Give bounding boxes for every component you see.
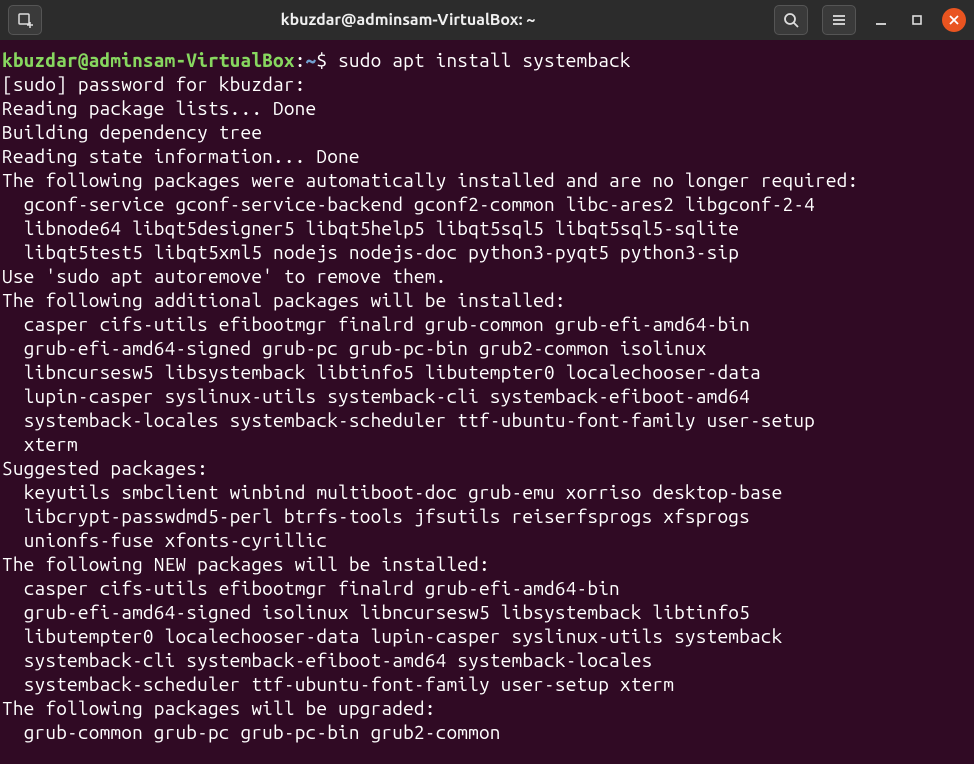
terminal-output[interactable]: kbuzdar@adminsam-VirtualBox:~$ sudo apt … [0,40,974,752]
close-icon [948,14,960,26]
hamburger-icon [831,12,847,28]
output-line: libutempter0 localechooser-data lupin-ca… [2,624,972,648]
minimize-icon [874,13,888,27]
output-line: Suggested packages: [2,456,972,480]
close-button[interactable] [942,8,966,32]
output-line: grub-efi-amd64-signed grub-pc grub-pc-bi… [2,336,972,360]
prompt-line: kbuzdar@adminsam-VirtualBox:~$ sudo apt … [2,48,972,72]
titlebar: kbuzdar@adminsam-VirtualBox: ~ [0,0,974,40]
output-line: libncursesw5 libsystemback libtinfo5 lib… [2,360,972,384]
output-line: unionfs-fuse xfonts-cyrillic [2,528,972,552]
output-line: libnode64 libqt5designer5 libqt5help5 li… [2,216,972,240]
output-line: grub-efi-amd64-signed isolinux libncurse… [2,600,972,624]
search-button[interactable] [774,5,808,35]
output-line: lupin-casper syslinux-utils systemback-c… [2,384,972,408]
output-line: systemback-cli systemback-efiboot-amd64 … [2,648,972,672]
new-tab-icon [17,12,33,28]
output-line: systemback-locales systemback-scheduler … [2,408,972,432]
output-line: keyutils smbclient winbind multiboot-doc… [2,480,972,504]
maximize-button[interactable] [906,9,928,31]
output-line: Reading package lists... Done [2,96,972,120]
command-text: sudo apt install systemback [338,49,631,71]
output-line: libqt5test5 libqt5xml5 nodejs nodejs-doc… [2,240,972,264]
prompt-path: ~ [306,49,317,71]
maximize-icon [910,13,924,27]
output-line: libcrypt-passwdmd5-perl btrfs-tools jfsu… [2,504,972,528]
titlebar-right [774,5,966,35]
output-line: Reading state information... Done [2,144,972,168]
output-line: The following additional packages will b… [2,288,972,312]
output-line: gconf-service gconf-service-backend gcon… [2,192,972,216]
output-line: systemback-scheduler ttf-ubuntu-font-fam… [2,672,972,696]
output-line: xterm [2,432,972,456]
prompt-user-host: kbuzdar@adminsam-VirtualBox [2,49,295,71]
output-line: casper cifs-utils efibootmgr finalrd gru… [2,312,972,336]
minimize-button[interactable] [870,9,892,31]
output-line: grub-common grub-pc grub-pc-bin grub2-co… [2,720,972,744]
titlebar-left [8,5,42,35]
output-line: Building dependency tree [2,120,972,144]
window-title: kbuzdar@adminsam-VirtualBox: ~ [50,11,766,29]
output-line: Use 'sudo apt autoremove' to remove them… [2,264,972,288]
output-line: The following packages were automaticall… [2,168,972,192]
output-line: casper cifs-utils efibootmgr finalrd gru… [2,576,972,600]
menu-button[interactable] [822,5,856,35]
new-tab-button[interactable] [8,5,42,35]
output-line: [sudo] password for kbuzdar: [2,72,972,96]
output-line: The following packages will be upgraded: [2,696,972,720]
search-icon [783,12,799,28]
output-line: The following NEW packages will be insta… [2,552,972,576]
